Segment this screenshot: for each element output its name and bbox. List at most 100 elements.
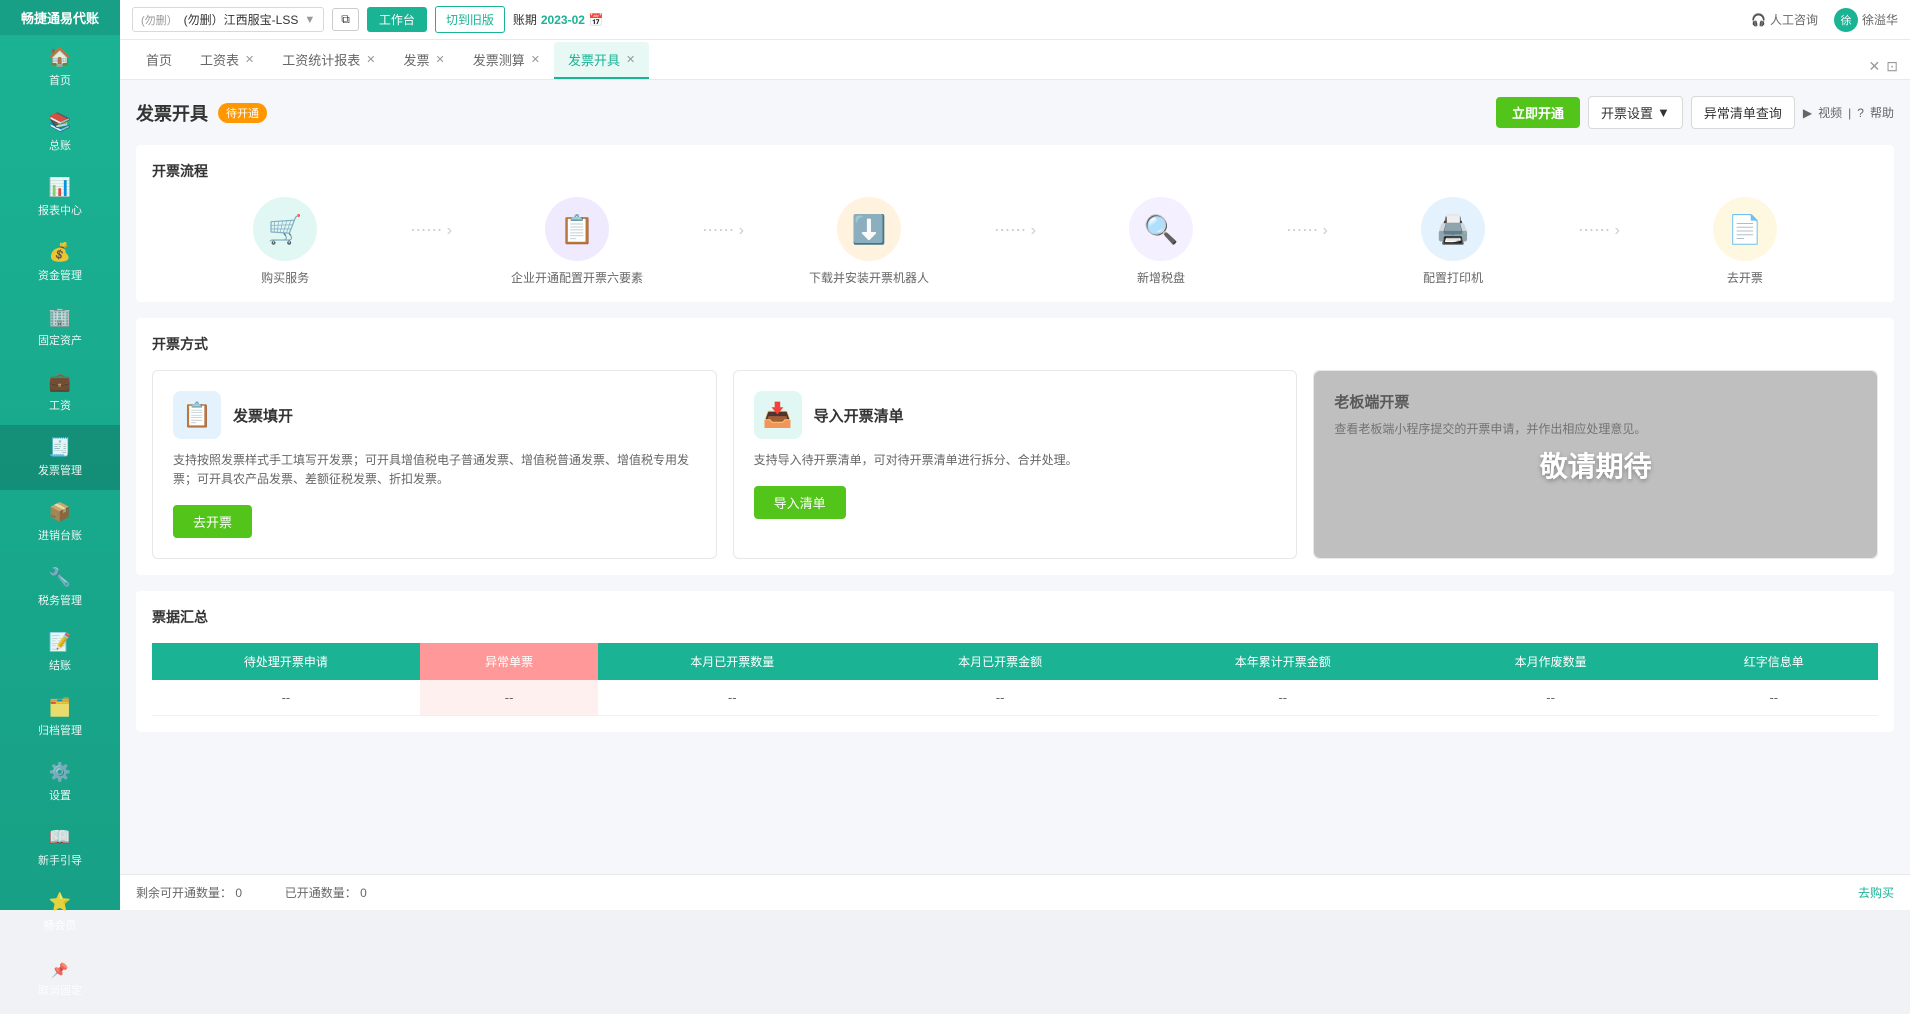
methods-grid: 📋 发票填开 支持按照发票样式手工填写开发票；可开具增值税电子普通发票、增值税普… bbox=[152, 370, 1878, 559]
method-btn-import[interactable]: 导入清单 bbox=[754, 486, 846, 519]
summary-value-0: -- bbox=[152, 680, 420, 716]
period-calendar-icon: 📅 bbox=[589, 13, 604, 27]
support-label: 人工咨询 bbox=[1770, 11, 1818, 28]
method-icon-import: 📥 bbox=[754, 391, 802, 439]
summary-header-2: 本月已开票数量 bbox=[598, 643, 866, 680]
summary-title: 票据汇总 bbox=[152, 607, 1878, 627]
method-desc-fill: 支持按照发票样式手工填写开发票；可开具增值税电子普通发票、增值税普通发票、增值税… bbox=[173, 451, 696, 489]
headset-icon: 🎧 bbox=[1751, 13, 1766, 27]
tabs-bar: 首页工资表✕工资统计报表✕发票✕发票测算✕发票开具✕ ✕ ⊡ bbox=[120, 40, 1910, 80]
remaining-value: 0 bbox=[235, 886, 242, 900]
method-desc-import: 支持导入待开票清单，可对待开票清单进行拆分、合并处理。 bbox=[754, 451, 1277, 470]
tab-发票[interactable]: 发票✕ bbox=[389, 42, 458, 79]
user-area[interactable]: 徐 徐溢华 bbox=[1834, 8, 1898, 32]
summary-header-4: 本年累计开票金额 bbox=[1134, 643, 1432, 680]
app-name: 畅捷通易代账 bbox=[21, 8, 99, 27]
sidebar-item-进销台账[interactable]: 📦 进销台账 bbox=[0, 490, 120, 555]
sidebar-item-报表中心[interactable]: 📊报表中心 bbox=[0, 165, 120, 230]
method-btn-fill[interactable]: 去开票 bbox=[173, 505, 252, 538]
sidebar-item-资金管理[interactable]: 💰 资金管理 bbox=[0, 230, 120, 295]
method-header-fill: 📋 发票填开 bbox=[173, 391, 696, 439]
sidebar-label-7: 进销台账 bbox=[38, 527, 82, 543]
method-title-import: 导入开票清单 bbox=[814, 405, 904, 426]
settings-btn[interactable]: 开票设置 ▼ bbox=[1588, 96, 1683, 129]
tab-label-0: 首页 bbox=[146, 50, 172, 69]
switch-version-btn[interactable]: 切到旧版 bbox=[435, 6, 505, 33]
summary-header-6: 红字信息单 bbox=[1670, 643, 1878, 680]
sidebar-label-4: 固定资产 bbox=[38, 332, 82, 348]
abnormal-btn[interactable]: 异常清单查询 bbox=[1691, 96, 1795, 129]
sidebar-item-发票管理[interactable]: 🧾发票管理 bbox=[0, 425, 120, 490]
separator: | bbox=[1848, 106, 1851, 120]
tab-close-2[interactable]: ✕ bbox=[366, 53, 375, 66]
tab-close-4[interactable]: ✕ bbox=[531, 53, 540, 66]
sidebar-bottom-label: 取消固定 bbox=[38, 982, 82, 998]
sidebar-item-工资[interactable]: 💼工资 bbox=[0, 360, 120, 425]
company-selector[interactable]: (勿删） (勿删）江西服宝-LSS ▼ bbox=[132, 7, 324, 32]
sidebar-item-设置[interactable]: ⚙️设置 bbox=[0, 750, 120, 815]
methods-section: 开票方式 📋 发票填开 支持按照发票样式手工填写开发票；可开具增值税电子普通发票… bbox=[136, 318, 1894, 575]
topbar-right: 🎧 人工咨询 徐 徐溢华 bbox=[1751, 8, 1898, 32]
method-icon-fill: 📋 bbox=[173, 391, 221, 439]
play-icon: ▶ bbox=[1803, 106, 1812, 120]
period-label: 账期 bbox=[513, 11, 537, 28]
sidebar-icon-2: 📊 bbox=[49, 177, 71, 198]
sidebar-label-3: 资金管理 bbox=[38, 267, 82, 283]
sidebar-item-税务管理[interactable]: 🔧税务管理 bbox=[0, 555, 120, 620]
tab-actions: ✕ ⊡ bbox=[1869, 58, 1898, 79]
company-name: (勿删）江西服宝-LSS bbox=[184, 11, 299, 28]
sidebar-item-总账[interactable]: 📚总账 bbox=[0, 100, 120, 165]
sidebar-unpin[interactable]: 📌 取消固定 bbox=[0, 956, 120, 1004]
sidebar-item-新手引导[interactable]: 📖新手引导 bbox=[0, 815, 120, 880]
support-btn[interactable]: 🎧 人工咨询 bbox=[1751, 11, 1818, 28]
tab-close-3[interactable]: ✕ bbox=[436, 53, 445, 66]
immediate-open-btn[interactable]: 立即开通 bbox=[1496, 97, 1580, 128]
summary-value-5: -- bbox=[1432, 680, 1670, 716]
flow-step-label-0: 购买服务 bbox=[261, 269, 309, 286]
tab-工资表[interactable]: 工资表✕ bbox=[186, 42, 268, 79]
sidebar-item-结账[interactable]: 📝结账 bbox=[0, 620, 120, 685]
tab-工资统计报表[interactable]: 工资统计报表✕ bbox=[268, 42, 389, 79]
sidebar-item-归档管理[interactable]: 🗂️归档管理 bbox=[0, 685, 120, 750]
summary-table: 待处理开票申请异常单票本月已开票数量本月已开票金额本年累计开票金额本月作废数量红… bbox=[152, 643, 1878, 716]
tab-close-5[interactable]: ✕ bbox=[626, 53, 635, 66]
summary-value-4: -- bbox=[1134, 680, 1432, 716]
buy-link[interactable]: 去购买 bbox=[1858, 884, 1894, 901]
topbar-left: (勿删） (勿删）江西服宝-LSS ▼ ⧉ 工作台 切到旧版 账期 2023-0… bbox=[132, 6, 604, 33]
tab-close-all-icon[interactable]: ✕ bbox=[1869, 58, 1881, 75]
copy-btn[interactable]: ⧉ bbox=[332, 8, 359, 31]
help-area: ▶ 视频 | ? 帮助 bbox=[1803, 104, 1894, 121]
method-header-import: 📥 导入开票清单 bbox=[754, 391, 1277, 439]
flow-step-label-4: 配置打印机 bbox=[1423, 269, 1483, 286]
sidebar-icon-3: 💰 bbox=[49, 242, 71, 263]
flow-title: 开票流程 bbox=[152, 161, 1878, 181]
sidebar-icon-11: ⚙️ bbox=[49, 762, 71, 783]
flow-steps: 🛒购买服务⋯⋯ ›📋企业开通配置开票六要素⋯⋯ ›⬇️下载并安装开票机器人⋯⋯ … bbox=[152, 197, 1878, 286]
sidebar-label-5: 工资 bbox=[49, 397, 71, 413]
period-selector[interactable]: 账期 2023-02 📅 bbox=[513, 11, 604, 28]
page-actions: 立即开通 开票设置 ▼ 异常清单查询 ▶ 视频 | ? 帮助 bbox=[1496, 96, 1894, 129]
sidebar-item-首页[interactable]: 🏠首页 bbox=[0, 35, 120, 100]
summary-header-5: 本月作废数量 bbox=[1432, 643, 1670, 680]
method-card-fill: 📋 发票填开 支持按照发票样式手工填写开发票；可开具增值税电子普通发票、增值税普… bbox=[152, 370, 717, 559]
method-title-fill: 发票填开 bbox=[233, 405, 293, 426]
flow-step-1: 📋企业开通配置开票六要素 bbox=[444, 197, 710, 286]
sidebar-item-畅会员[interactable]: ⭐畅会员 bbox=[0, 880, 120, 945]
tab-发票开具[interactable]: 发票开具✕ bbox=[554, 42, 649, 79]
summary-value-3: -- bbox=[866, 680, 1134, 716]
tab-close-1[interactable]: ✕ bbox=[245, 53, 254, 66]
tab-label-4: 发票测算 bbox=[473, 50, 525, 69]
tab-首页[interactable]: 首页 bbox=[132, 42, 186, 79]
user-avatar: 徐 bbox=[1834, 8, 1858, 32]
sidebar-icon-7: 📦 bbox=[49, 502, 71, 523]
tab-发票测算[interactable]: 发票测算 ✕ bbox=[459, 42, 554, 79]
overlay-text: 敬请期待 bbox=[1540, 445, 1652, 485]
flow-step-label-3: 新增税盘 bbox=[1137, 269, 1185, 286]
tab-resize-icon[interactable]: ⊡ bbox=[1886, 58, 1898, 75]
sidebar-label-6: 发票管理 bbox=[38, 462, 82, 478]
sidebar-label-8: 税务管理 bbox=[38, 592, 82, 608]
summary-header-1: 异常单票 bbox=[420, 643, 599, 680]
content-area: 发票开具 待开通 立即开通 开票设置 ▼ 异常清单查询 ▶ 视频 | ? 帮助 bbox=[120, 80, 1910, 874]
sidebar-item-固定资产[interactable]: 🏢固定资产 bbox=[0, 295, 120, 360]
workspace-btn[interactable]: 工作台 bbox=[367, 7, 427, 32]
